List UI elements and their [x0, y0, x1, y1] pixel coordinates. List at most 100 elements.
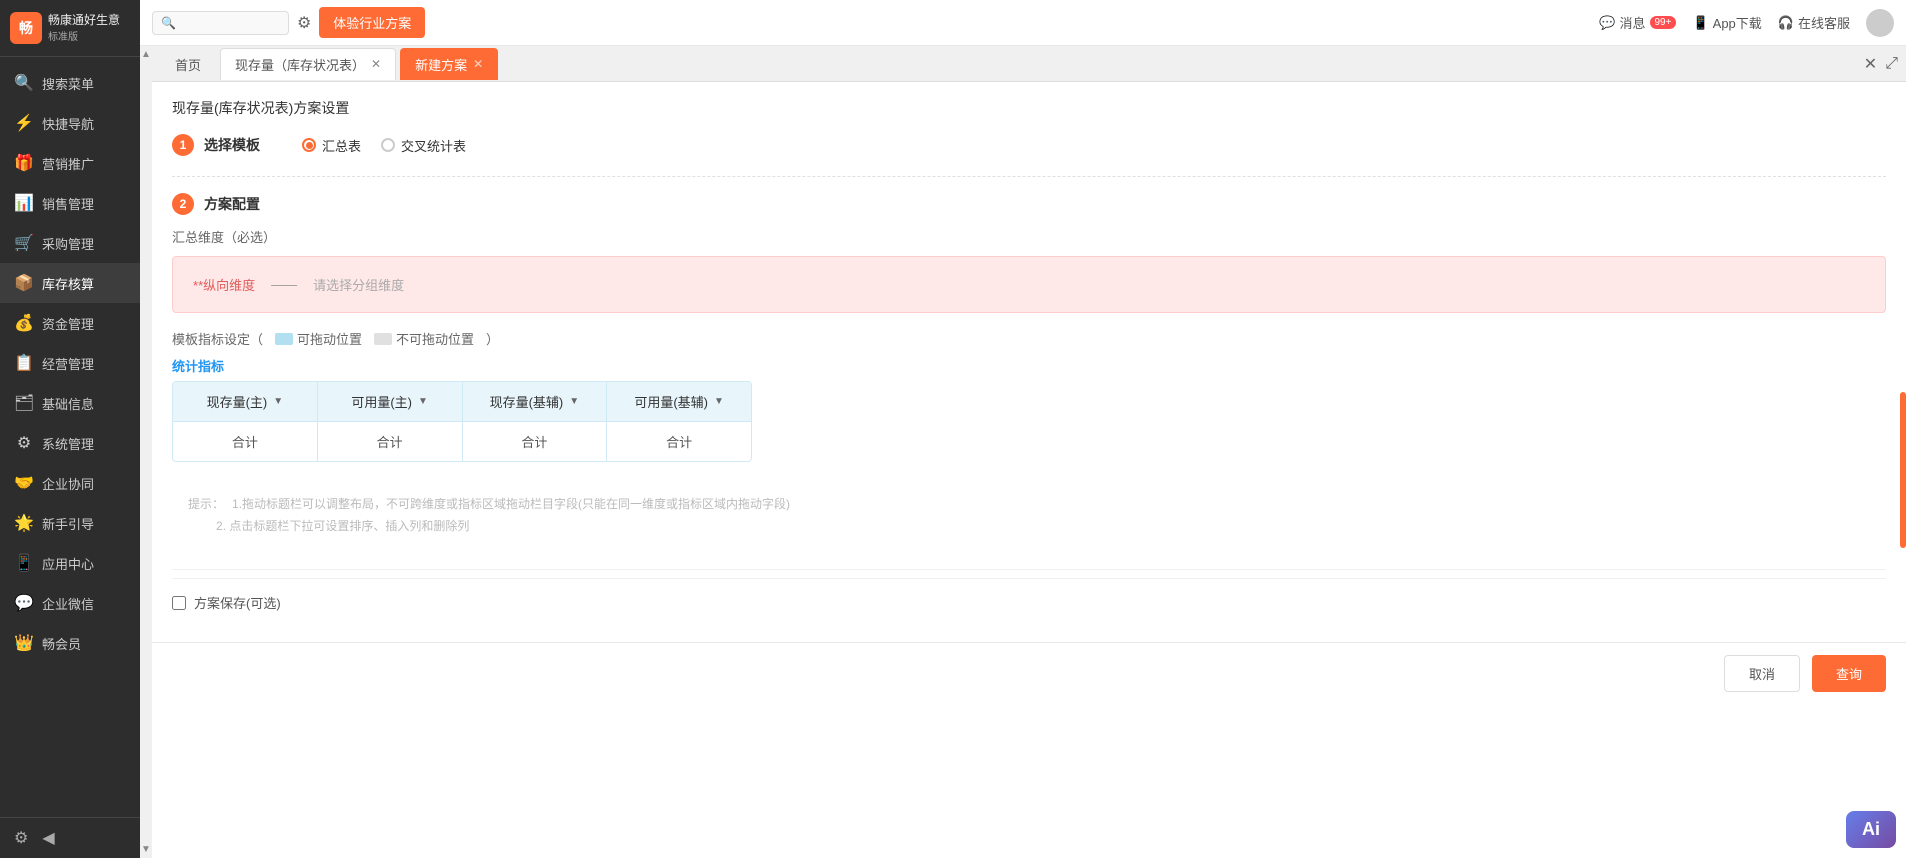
dimension-row: **纵向维度 —— 请选择分组维度	[172, 256, 1886, 313]
section-plan-config: 2 方案配置 汇总维度（必选） **纵向维度 —— 请选择分	[172, 193, 1886, 549]
tip-2: 2. 点击标题栏下拉可设置排序、插入列和删除列	[188, 516, 1870, 538]
sidebar-item-label: 快捷导航	[42, 114, 94, 133]
sidebar-item-label: 系统管理	[42, 434, 94, 453]
col-dropdown-3[interactable]: ▼	[714, 396, 724, 407]
new-plan-tab-close[interactable]: ✕	[473, 57, 483, 71]
purchase-icon: 🛒	[14, 233, 34, 253]
sidebar-item-label: 企业微信	[42, 594, 94, 613]
col-header-0[interactable]: 现存量(主) ▼	[173, 382, 318, 421]
system-icon: ⚙	[14, 433, 34, 453]
col-header-3[interactable]: 可用量(基辅) ▼	[607, 382, 751, 421]
ai-badge[interactable]: Ai	[1846, 811, 1896, 848]
tab-new-plan[interactable]: 新建方案 ✕	[400, 48, 498, 80]
indicator-settings: 模板指标设定（ 可拖动位置 不可拖动位置 ）	[172, 329, 1886, 462]
sidebar-item-purchase[interactable]: 🛒 采购管理	[0, 223, 140, 263]
settings-footer-icon[interactable]: ⚙	[14, 828, 28, 848]
sidebar-item-system[interactable]: ⚙ 系统管理	[0, 423, 140, 463]
cross-radio[interactable]	[381, 138, 395, 152]
summary-label: 汇总表	[322, 136, 361, 155]
sidebar-item-finance[interactable]: 💰 资金管理	[0, 303, 140, 343]
tab-expand-btn[interactable]: ⤢	[1885, 54, 1898, 74]
section-choose-template: 1 选择模板 汇总表 交叉统计表	[172, 134, 1886, 156]
sidebar-item-label: 销售管理	[42, 194, 94, 213]
sidebar-item-sales[interactable]: 📊 销售管理	[0, 183, 140, 223]
quick-nav-icon: ⚡	[14, 113, 34, 133]
message-button[interactable]: 💬 消息 99+	[1599, 13, 1676, 32]
tabs-bar-controls: ✕ ⤢	[1864, 54, 1898, 74]
template-cross-option[interactable]: 交叉统计表	[381, 136, 466, 155]
online-service-button[interactable]: 🎧 在线客服	[1778, 13, 1850, 32]
sidebar-item-label: 基础信息	[42, 394, 94, 413]
sidebar-item-cooperation[interactable]: 🤝 企业协同	[0, 463, 140, 503]
sidebar-item-label: 畅会员	[42, 634, 81, 653]
sidebar-nav: 🔍 搜索菜单 ⚡ 快捷导航 🎁 营销推广 📊 销售管理 🛒 采购管理 📦 库存核…	[0, 57, 140, 817]
collapse-footer-icon[interactable]: ◀	[42, 828, 54, 848]
template-summary-option[interactable]: 汇总表	[302, 136, 361, 155]
app-download-button[interactable]: 📱 App下载	[1692, 13, 1761, 32]
home-tab-label: 首页	[175, 55, 201, 74]
app-edition: 标准版	[48, 28, 120, 43]
new-plan-tab-label: 新建方案	[415, 55, 467, 74]
sidebar-item-guide[interactable]: 🌟 新手引导	[0, 503, 140, 543]
dimension-dash: ——	[271, 277, 297, 292]
sales-icon: 📊	[14, 193, 34, 213]
section2-header: 2 方案配置	[172, 193, 1886, 215]
sidebar: 畅 畅康通好生意 标准版 🔍 搜索菜单 ⚡ 快捷导航 🎁 营销推广 📊 销售管理…	[0, 0, 140, 858]
tips-section: 提示： 1.拖动标题栏可以调整布局，不可跨维度或指标区域拖动栏目字段(只能在同一…	[172, 482, 1886, 549]
stats-table: 现存量(主) ▼ 可用量(主) ▼ 现存量(基辅)	[172, 381, 752, 462]
sidebar-item-label: 采购管理	[42, 234, 94, 253]
inventory-tab-close[interactable]: ✕	[371, 57, 381, 71]
indicator-label-text: 模板指标设定（	[172, 329, 263, 348]
sidebar-item-label: 搜索菜单	[42, 74, 94, 93]
cooperation-icon: 🤝	[14, 473, 34, 493]
topbar: 🔍 ⚙ 体验行业方案 💬 消息 99+ 📱 App下载 🎧 在线客服	[140, 0, 1906, 46]
topbar-gear-icon[interactable]: ⚙	[297, 13, 311, 33]
marketing-icon: 🎁	[14, 153, 34, 173]
sidebar-item-inventory[interactable]: 📦 库存核算	[0, 263, 140, 303]
sidebar-item-marketing[interactable]: 🎁 营销推广	[0, 143, 140, 183]
col-header-1[interactable]: 可用量(主) ▼	[318, 382, 463, 421]
sidebar-item-management[interactable]: 📋 经营管理	[0, 343, 140, 383]
right-scrollbar-indicator	[1900, 392, 1906, 547]
dimension-placeholder[interactable]: 请选择分组维度	[313, 275, 404, 294]
cancel-button[interactable]: 取消	[1724, 655, 1800, 692]
query-button[interactable]: 查询	[1812, 655, 1886, 692]
inventory-icon: 📦	[14, 273, 34, 293]
col-header-2[interactable]: 现存量(基辅) ▼	[463, 382, 608, 421]
sidebar-item-quick-nav[interactable]: ⚡ 快捷导航	[0, 103, 140, 143]
summary-radio[interactable]	[302, 138, 316, 152]
save-option-row: 方案保存(可选)	[172, 578, 1886, 626]
tab-inventory[interactable]: 现存量（库存状况表） ✕	[220, 48, 396, 80]
search-input[interactable]	[180, 16, 280, 30]
save-checkbox[interactable]	[172, 596, 186, 610]
col-dropdown-0[interactable]: ▼	[273, 396, 283, 407]
guide-icon: 🌟	[14, 513, 34, 533]
col-dropdown-2[interactable]: ▼	[569, 396, 579, 407]
fixed-label: 不可拖动位置	[396, 329, 474, 348]
sidebar-item-search[interactable]: 🔍 搜索菜单	[0, 63, 140, 103]
section1-number: 1	[172, 134, 194, 156]
finance-icon: 💰	[14, 313, 34, 333]
sidebar-item-app-center[interactable]: 📱 应用中心	[0, 543, 140, 583]
tab-home[interactable]: 首页	[160, 48, 216, 80]
sidebar-item-membership[interactable]: 👑 畅会员	[0, 623, 140, 663]
topbar-search-box[interactable]: 🔍	[152, 11, 289, 35]
basic-icon: 🗂	[14, 393, 34, 413]
col-dropdown-1[interactable]: ▼	[418, 396, 428, 407]
section1-header: 1 选择模板 汇总表 交叉统计表	[172, 134, 1886, 156]
app-logo-icon: 畅	[10, 12, 42, 44]
tab-close-all-btn[interactable]: ✕	[1864, 54, 1877, 74]
sidebar-item-basic[interactable]: 🗂 基础信息	[0, 383, 140, 423]
stats-table-header: 现存量(主) ▼ 可用量(主) ▼ 现存量(基辅)	[173, 382, 751, 421]
template-options: 汇总表 交叉统计表	[302, 136, 466, 155]
message-badge: 99+	[1650, 16, 1677, 29]
user-avatar[interactable]	[1866, 9, 1894, 37]
dimension-required-label: **纵向维度	[193, 275, 255, 294]
sidebar-item-wechat[interactable]: 💬 企业微信	[0, 583, 140, 623]
tabs-bar: 首页 现存量（库存状况表） ✕ 新建方案 ✕ ✕ ⤢	[152, 46, 1906, 82]
message-icon: 💬	[1599, 15, 1615, 31]
sidebar-footer: ⚙ ◀	[0, 817, 140, 858]
trial-button[interactable]: 体验行业方案	[319, 7, 425, 38]
cross-label: 交叉统计表	[401, 136, 466, 155]
sidebar-item-label: 经营管理	[42, 354, 94, 373]
